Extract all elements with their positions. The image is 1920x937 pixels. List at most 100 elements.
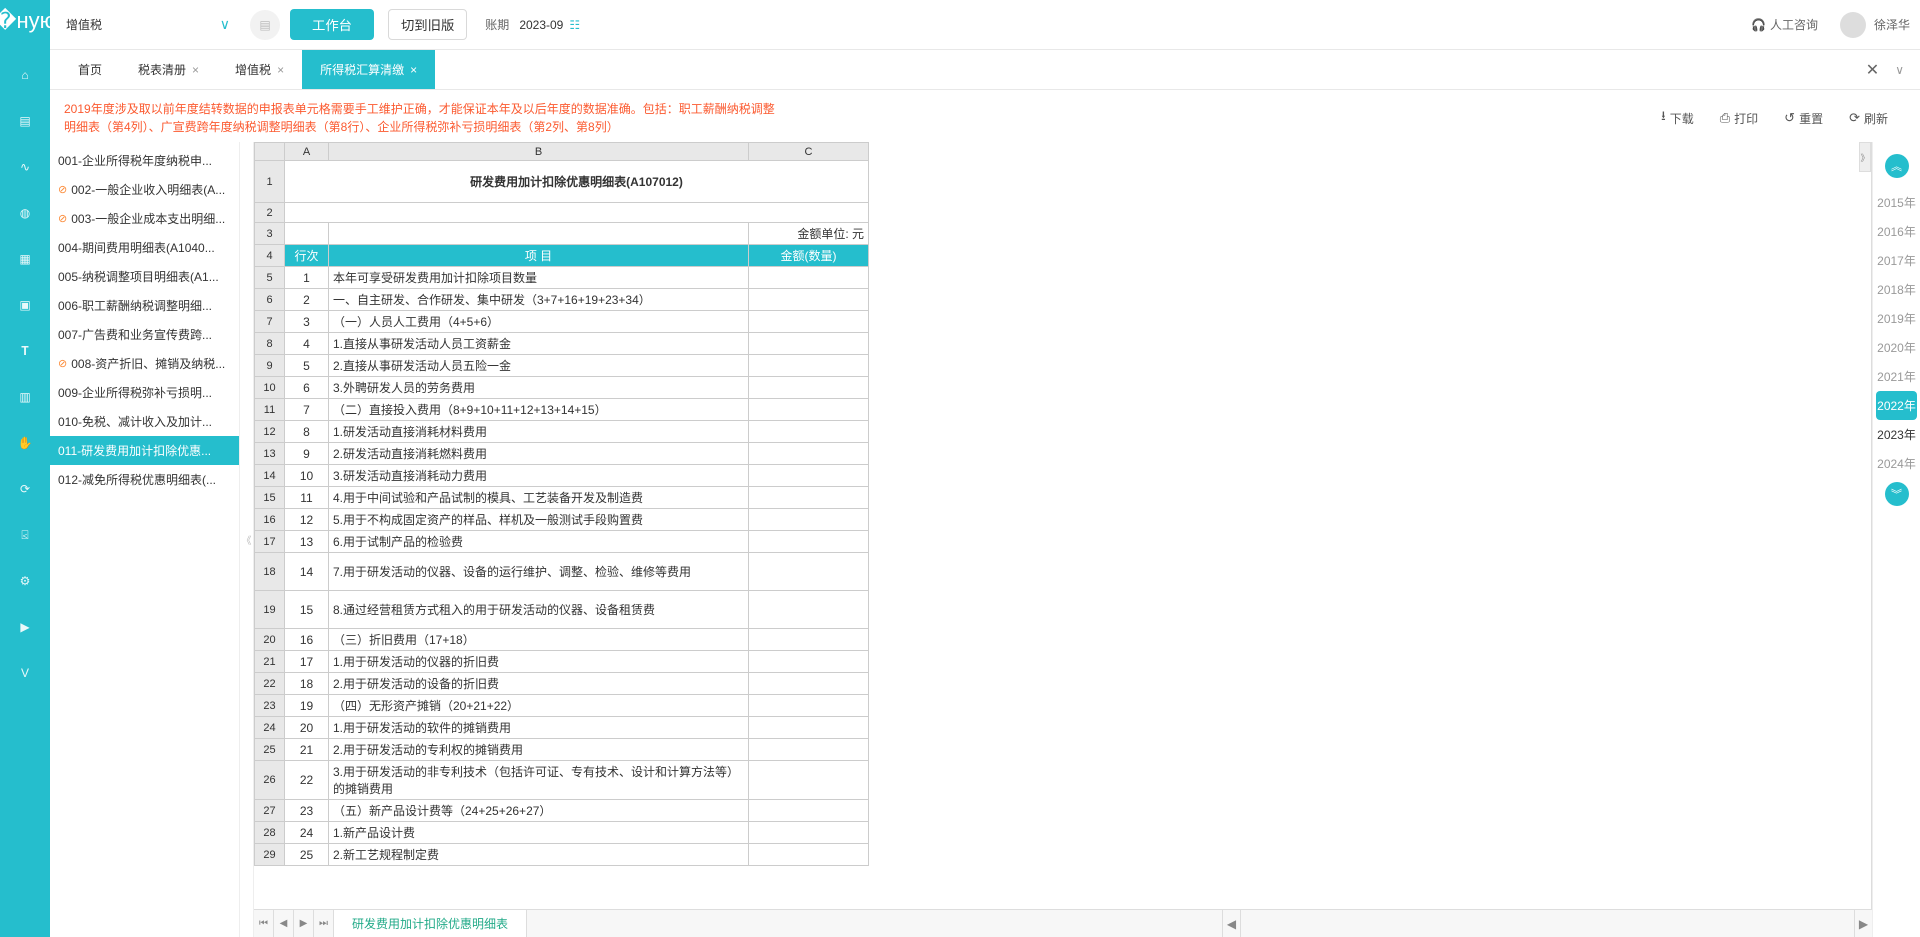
row-label[interactable]: 1.直接从事研发活动人员工资薪金 <box>329 333 749 355</box>
collapse-handle[interactable]: 《 <box>240 142 254 937</box>
scroll-right-icon[interactable]: ▶ <box>1854 910 1872 937</box>
amount-cell[interactable] <box>749 800 869 822</box>
row-number[interactable]: 9 <box>285 443 329 465</box>
form-list-item[interactable]: 009-企业所得税弥补亏损明... <box>50 378 239 407</box>
row-label[interactable]: 2.新工艺规程制定费 <box>329 844 749 866</box>
rail-gear-icon[interactable]: ⚙ <box>14 570 36 592</box>
row-label[interactable]: 1.用于研发活动的仪器的折旧费 <box>329 651 749 673</box>
row-number[interactable]: 11 <box>285 487 329 509</box>
row-label[interactable]: 1.用于研发活动的软件的摊销费用 <box>329 717 749 739</box>
switch-old-button[interactable]: 切到旧版 <box>388 9 467 40</box>
tabs-close-all[interactable]: ✕ <box>1856 50 1889 89</box>
row-label[interactable]: （四）无形资产摊销（20+21+22） <box>329 695 749 717</box>
row-label[interactable]: 8.通过经营租赁方式租入的用于研发活动的仪器、设备租赁费 <box>329 591 749 629</box>
row-label[interactable]: 2.用于研发活动的专利权的摊销费用 <box>329 739 749 761</box>
amount-cell[interactable] <box>749 443 869 465</box>
year-item[interactable]: 2023年 <box>1873 420 1920 449</box>
row-number[interactable]: 13 <box>285 531 329 553</box>
form-list-item[interactable]: 011-研发费用加计扣除优惠... <box>50 436 239 465</box>
tab-首页[interactable]: 首页 <box>60 50 120 89</box>
period-value[interactable]: 2023-09 <box>519 18 563 32</box>
avatar[interactable] <box>1840 12 1866 38</box>
amount-cell[interactable] <box>749 673 869 695</box>
tabs-more-icon[interactable]: ∨ <box>1889 50 1910 89</box>
tab-税表清册[interactable]: 税表清册× <box>120 50 217 89</box>
row-number[interactable]: 15 <box>285 591 329 629</box>
row-number[interactable]: 22 <box>285 761 329 800</box>
reset-button[interactable]: ↺重置 <box>1784 110 1823 127</box>
sheet-tab[interactable]: 研发费用加计扣除优惠明细表 <box>334 910 527 937</box>
row-number[interactable]: 23 <box>285 800 329 822</box>
row-label[interactable]: 3.外聘研发人员的劳务费用 <box>329 377 749 399</box>
form-list-item[interactable]: 007-广告费和业务宣传费跨... <box>50 320 239 349</box>
row-number[interactable]: 20 <box>285 717 329 739</box>
amount-cell[interactable] <box>749 695 869 717</box>
row-number[interactable]: 14 <box>285 553 329 591</box>
row-number[interactable]: 21 <box>285 739 329 761</box>
tax-type-select[interactable]: 增值税 ∨ <box>60 16 240 33</box>
row-label[interactable]: 1.新产品设计费 <box>329 822 749 844</box>
year-item[interactable]: 2020年 <box>1873 333 1920 362</box>
amount-cell[interactable] <box>749 333 869 355</box>
amount-cell[interactable] <box>749 289 869 311</box>
horizontal-scrollbar[interactable]: ◀ ▶ <box>1222 910 1872 937</box>
amount-cell[interactable] <box>749 531 869 553</box>
close-icon[interactable]: × <box>277 63 284 77</box>
refresh-button[interactable]: ⟳刷新 <box>1849 110 1888 127</box>
scroll-left-icon[interactable]: ◀ <box>1223 910 1241 937</box>
workbench-button[interactable]: 工作台 <box>290 9 374 40</box>
amount-cell[interactable] <box>749 761 869 800</box>
row-number[interactable]: 10 <box>285 465 329 487</box>
row-number[interactable]: 16 <box>285 629 329 651</box>
row-label[interactable]: 4.用于中间试验和产品试制的模具、工艺装备开发及制造费 <box>329 487 749 509</box>
col-header[interactable]: A <box>285 143 329 161</box>
year-item[interactable]: 2018年 <box>1873 275 1920 304</box>
form-list-item[interactable]: ⊘003-一般企业成本支出明细... <box>50 204 239 233</box>
rail-play-icon[interactable]: ▶ <box>14 616 36 638</box>
amount-cell[interactable] <box>749 311 869 333</box>
row-label[interactable]: （三）折旧费用（17+18） <box>329 629 749 651</box>
row-number[interactable]: 1 <box>285 267 329 289</box>
row-number[interactable]: 25 <box>285 844 329 866</box>
sheet-nav-next[interactable]: ▶ <box>294 910 314 937</box>
amount-cell[interactable] <box>749 267 869 289</box>
form-list-item[interactable]: ⊘002-一般企业收入明细表(A... <box>50 175 239 204</box>
year-item[interactable]: 2017年 <box>1873 246 1920 275</box>
row-number[interactable]: 8 <box>285 421 329 443</box>
row-label[interactable]: 2.研发活动直接消耗燃料费用 <box>329 443 749 465</box>
close-icon[interactable]: × <box>410 63 417 77</box>
row-label[interactable]: 7.用于研发活动的仪器、设备的运行维护、调整、检验、维修等费用 <box>329 553 749 591</box>
form-list-item[interactable]: 005-纳税调整项目明细表(A1... <box>50 262 239 291</box>
row-label[interactable]: 2.直接从事研发活动人员五险一金 <box>329 355 749 377</box>
rail-refresh-icon[interactable]: ⟳ <box>14 478 36 500</box>
row-label[interactable]: 2.用于研发活动的设备的折旧费 <box>329 673 749 695</box>
amount-cell[interactable] <box>749 553 869 591</box>
amount-cell[interactable] <box>749 509 869 531</box>
amount-cell[interactable] <box>749 355 869 377</box>
print-button[interactable]: ⎙打印 <box>1720 110 1758 127</box>
amount-cell[interactable] <box>749 739 869 761</box>
row-number[interactable]: 6 <box>285 377 329 399</box>
amount-cell[interactable] <box>749 844 869 866</box>
rail-clipboard-icon[interactable]: ▦ <box>14 248 36 270</box>
sheet-nav-last[interactable]: ⏭ <box>314 910 334 937</box>
year-item[interactable]: 2024年 <box>1873 449 1920 478</box>
form-list-item[interactable]: 012-减免所得税优惠明细表(... <box>50 465 239 494</box>
year-item[interactable]: 2019年 <box>1873 304 1920 333</box>
year-item[interactable]: 2016年 <box>1873 217 1920 246</box>
calendar-icon[interactable]: ☷ <box>569 18 580 32</box>
amount-cell[interactable] <box>749 377 869 399</box>
row-number[interactable]: 5 <box>285 355 329 377</box>
row-number[interactable]: 24 <box>285 822 329 844</box>
rail-v-icon[interactable]: V <box>14 662 36 684</box>
spreadsheet-grid[interactable]: 》 ABC1研发费用加计扣除优惠明细表(A107012)23金额单位: 元4行次… <box>254 142 1872 909</box>
amount-cell[interactable] <box>749 629 869 651</box>
row-label[interactable]: （一）人员人工费用（4+5+6） <box>329 311 749 333</box>
year-item[interactable]: 2022年 <box>1876 391 1917 420</box>
row-label[interactable]: （二）直接投入费用（8+9+10+11+12+13+14+15） <box>329 399 749 421</box>
row-number[interactable]: 12 <box>285 509 329 531</box>
amount-cell[interactable] <box>749 465 869 487</box>
row-label[interactable]: 3.用于研发活动的非专利技术（包括许可证、专有技术、设计和计算方法等）的摊销费用 <box>329 761 749 800</box>
row-label[interactable]: 3.研发活动直接消耗动力费用 <box>329 465 749 487</box>
row-number[interactable]: 2 <box>285 289 329 311</box>
